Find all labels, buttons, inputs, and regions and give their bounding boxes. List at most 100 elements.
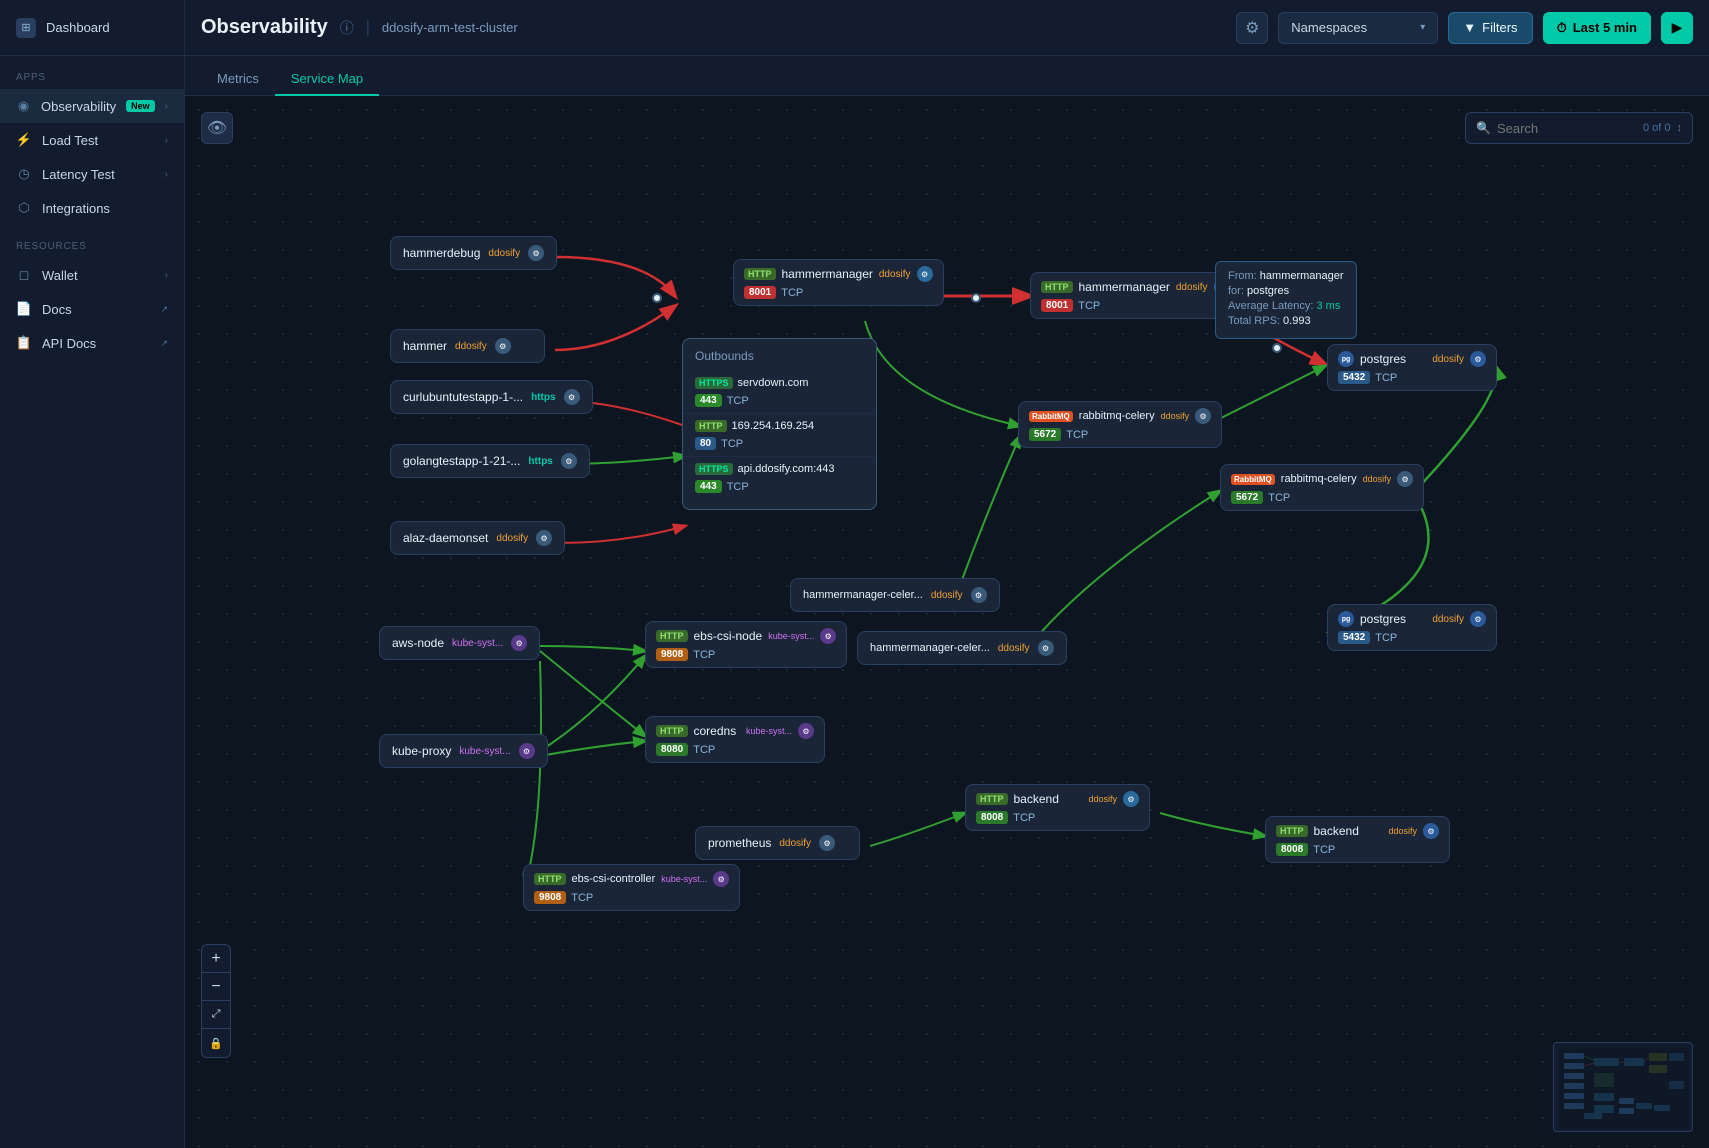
node-aws[interactable]: aws-node kube-syst... ⚙ [379, 626, 540, 660]
postgres-icon: pg [1338, 611, 1354, 627]
service-icon: ⚙ [971, 587, 987, 603]
outbound-item: HTTP 169.254.169.254 80 TCP [683, 414, 876, 457]
node-postgres2[interactable]: pg postgres ddosify ⚙ 5432 TCP [1327, 604, 1497, 651]
map-search: 🔍 0 of 0 ↕ [1465, 112, 1693, 144]
separator: | [366, 19, 370, 37]
node-curl[interactable]: curlubuntutestapp-1-... https ⚙ [390, 380, 593, 414]
docs-icon: 📄 [16, 301, 32, 317]
minimap [1553, 1042, 1693, 1132]
sidebar-item-wallet[interactable]: ◻ Wallet › [0, 258, 184, 292]
rabbitmq-icon: RabbitMQ [1231, 474, 1275, 485]
main-content: Observability ⓘ | ddosify-arm-test-clust… [185, 0, 1709, 1148]
connection-dot [1272, 343, 1282, 353]
zoom-controls: + − ⤢ 🔒 [201, 944, 231, 1058]
node-prometheus[interactable]: prometheus ddosify ⚙ [695, 826, 860, 860]
sidebar-item-api-docs[interactable]: 📋 API Docs ↗ [0, 326, 184, 360]
tabs: Metrics Service Map [185, 56, 1709, 96]
search-input[interactable] [1497, 121, 1637, 136]
postgres-icon: pg [1338, 351, 1354, 367]
external-link-icon: ↗ [160, 304, 168, 315]
home-icon: ⊞ [16, 18, 36, 38]
sidebar-header: ⊞ Dashboard [0, 0, 184, 56]
lock-button[interactable]: 🔒 [202, 1029, 230, 1057]
service-map[interactable]: 👁 🔍 0 of 0 ↕ hammerdebug ddosify ⚙ hamme… [185, 96, 1709, 1148]
node-hammermanager2[interactable]: HTTP hammermanager ddosify ⚙ 8001 TCP [1030, 272, 1241, 319]
sidebar-item-integrations[interactable]: ⬡ Integrations [0, 191, 184, 225]
load-test-icon: ⚡ [16, 132, 32, 148]
namespace-selector[interactable]: Namespaces ▾ [1278, 12, 1438, 44]
cluster-name: ddosify-arm-test-cluster [382, 20, 518, 35]
rabbitmq-icon: RabbitMQ [1029, 411, 1073, 422]
service-icon: ⚙ [495, 338, 511, 354]
topbar: Observability ⓘ | ddosify-arm-test-clust… [185, 0, 1709, 56]
node-rabbitmq2[interactable]: RabbitMQ rabbitmq-celery ddosify ⚙ 5672 … [1220, 464, 1424, 511]
service-icon: ⚙ [819, 835, 835, 851]
service-icon: ⚙ [1038, 640, 1054, 656]
node-alaz[interactable]: alaz-daemonset ddosify ⚙ [390, 521, 565, 555]
connection-tooltip: From: hammermanager for: postgres Averag… [1215, 261, 1357, 339]
service-icon: ⚙ [511, 635, 527, 651]
external-link-icon: ↗ [160, 338, 168, 349]
integrations-icon: ⬡ [16, 200, 32, 216]
node-ebs-csi-controller[interactable]: HTTP ebs-csi-controller kube-syst... ⚙ 9… [523, 864, 740, 911]
fit-view-button[interactable]: ⤢ [202, 1001, 230, 1029]
eye-button[interactable]: 👁 [201, 112, 233, 144]
resources-section-label: RESOURCES [0, 225, 184, 258]
node-coredns[interactable]: HTTP coredns kube-syst... ⚙ 8080 TCP [645, 716, 825, 763]
sidebar-item-observability[interactable]: ◉ Observability New › [0, 89, 184, 123]
node-backend1[interactable]: HTTP backend ddosify ⚙ 8008 TCP [965, 784, 1150, 831]
node-hammerdebug[interactable]: hammerdebug ddosify ⚙ [390, 236, 557, 270]
outbounds-panel: Outbounds HTTPS servdown.com 443 TCP HTT… [682, 338, 877, 510]
tab-metrics[interactable]: Metrics [201, 63, 275, 96]
connection-dot [971, 293, 981, 303]
observability-icon: ◉ [16, 98, 31, 114]
service-icon: ⚙ [798, 723, 814, 739]
node-postgres1[interactable]: pg postgres ddosify ⚙ 5432 TCP [1327, 344, 1497, 391]
node-hammer[interactable]: hammer ddosify ⚙ [390, 329, 545, 363]
sort-icon: ↕ [1677, 122, 1683, 134]
topbar-actions: ⚙ Namespaces ▾ ▼ Filters ⏱ Last 5 min ▶ [1236, 12, 1693, 44]
node-rabbitmq1[interactable]: RabbitMQ rabbitmq-celery ddosify ⚙ 5672 … [1018, 401, 1222, 448]
chevron-right-icon: › [165, 169, 168, 180]
node-backend2[interactable]: HTTP backend ddosify ⚙ 8008 TCP [1265, 816, 1450, 863]
time-range-button[interactable]: ⏱ Last 5 min [1543, 12, 1651, 44]
service-icon: ⚙ [528, 245, 544, 261]
apps-section-label: APPS [0, 56, 184, 89]
filters-button[interactable]: ▼ Filters [1448, 12, 1532, 44]
node-ebs-csi-node[interactable]: HTTP ebs-csi-node kube-syst... ⚙ 9808 TC… [645, 621, 847, 668]
wallet-icon: ◻ [16, 267, 32, 283]
node-hammermanager1[interactable]: HTTP hammermanager ddosify ⚙ 8001 TCP [733, 259, 944, 306]
dashboard-label[interactable]: Dashboard [46, 20, 110, 35]
service-icon: ⚙ [536, 530, 552, 546]
node-hammerceler2[interactable]: hammermanager-celer... ddosify ⚙ [857, 631, 1067, 665]
info-icon[interactable]: ⓘ [340, 18, 354, 38]
service-icon: ⚙ [1397, 471, 1413, 487]
connection-dot [652, 293, 662, 303]
sidebar-item-docs[interactable]: 📄 Docs ↗ [0, 292, 184, 326]
run-button[interactable]: ▶ [1661, 12, 1693, 44]
sidebar-item-load-test[interactable]: ⚡ Load Test › [0, 123, 184, 157]
service-icon: ⚙ [519, 743, 535, 759]
chevron-right-icon: › [165, 135, 168, 146]
search-icon: 🔍 [1476, 121, 1491, 135]
node-golang[interactable]: golangtestapp-1-21-... https ⚙ [390, 444, 590, 478]
zoom-out-button[interactable]: − [202, 973, 230, 1001]
page-title: Observability [201, 16, 328, 39]
filter-icon: ▼ [1463, 20, 1476, 35]
node-hammerceler1[interactable]: hammermanager-celer... ddosify ⚙ [790, 578, 1000, 612]
settings-button[interactable]: ⚙ [1236, 12, 1268, 44]
chevron-down-icon: ▾ [1420, 22, 1425, 33]
outbound-item: HTTPS api.ddosify.com:443 443 TCP [683, 457, 876, 499]
sidebar-item-latency-test[interactable]: ◷ Latency Test › [0, 157, 184, 191]
zoom-in-button[interactable]: + [202, 945, 230, 973]
node-kube-proxy[interactable]: kube-proxy kube-syst... ⚙ [379, 734, 548, 768]
outbound-item: HTTPS servdown.com 443 TCP [683, 371, 876, 414]
api-docs-icon: 📋 [16, 335, 32, 351]
tab-service-map[interactable]: Service Map [275, 63, 379, 96]
service-icon: ⚙ [561, 453, 577, 469]
service-icon: ⚙ [1195, 408, 1211, 424]
service-icon: ⚙ [917, 266, 933, 282]
service-icon: ⚙ [713, 871, 729, 887]
clock-icon: ⏱ [1557, 20, 1567, 36]
service-icon: ⚙ [1470, 351, 1486, 367]
